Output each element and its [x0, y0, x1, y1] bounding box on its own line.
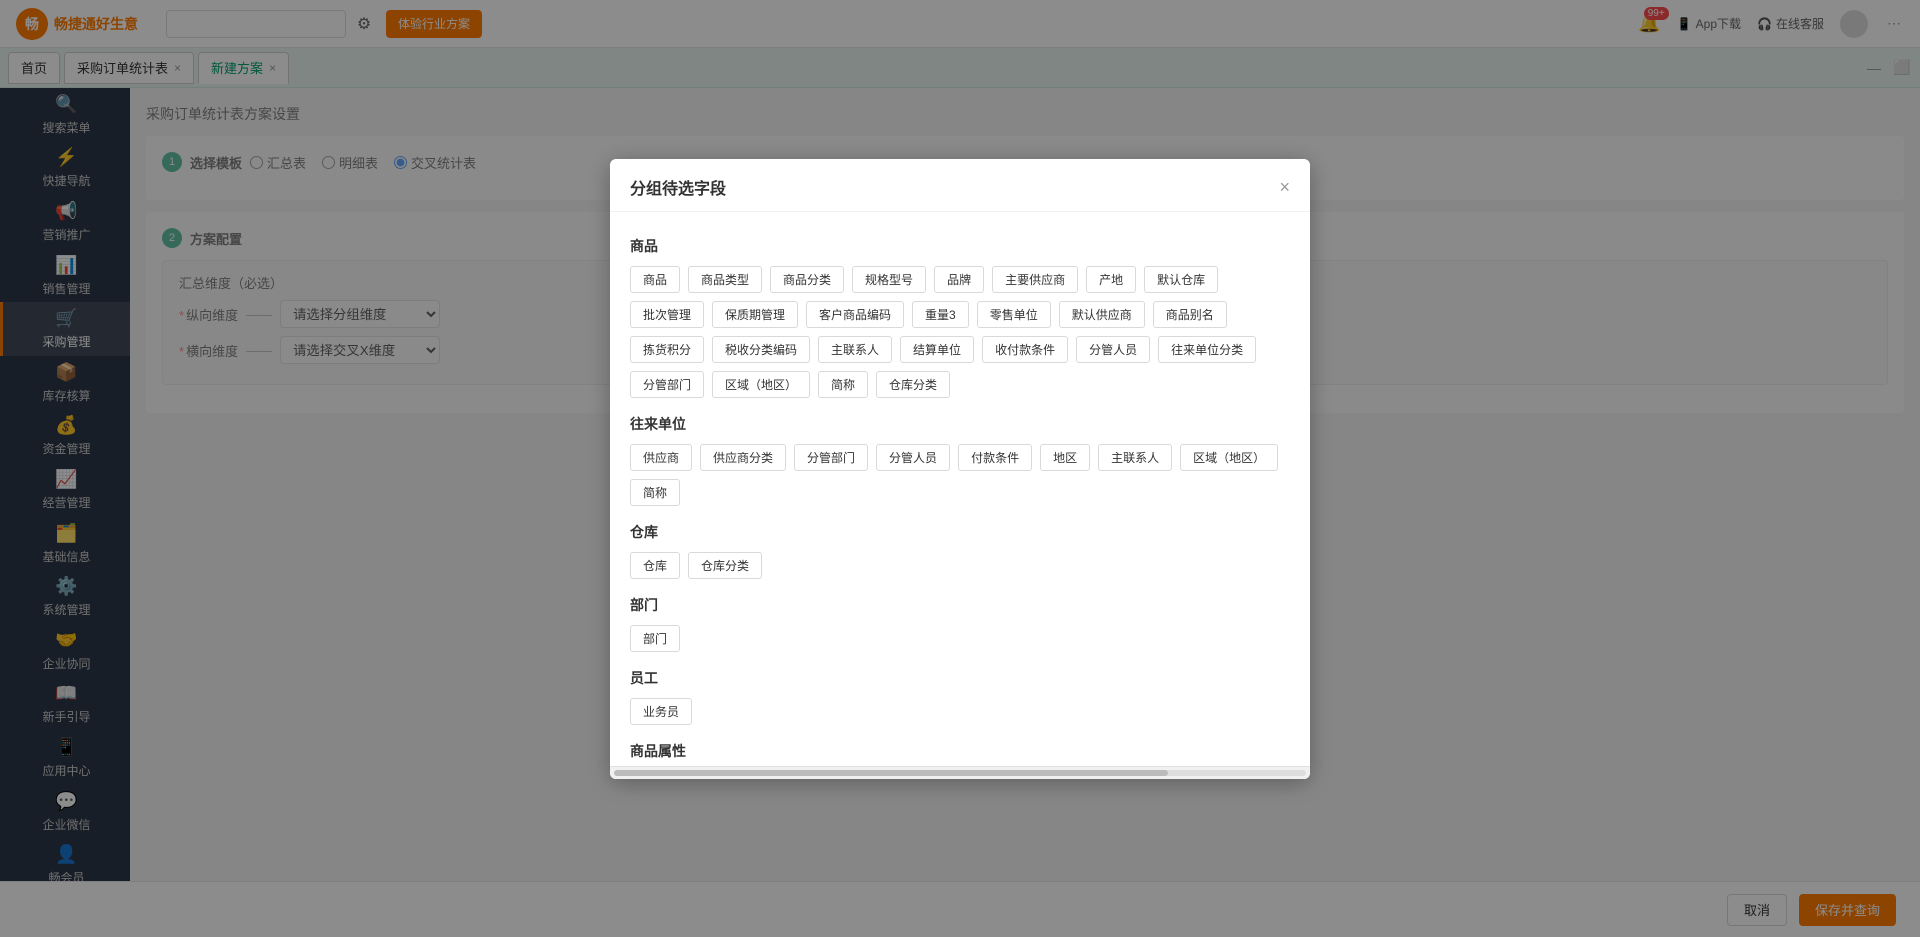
- field-grid-employee: 业务员: [630, 698, 1290, 725]
- field-grid-warehouse: 仓库 仓库分类: [630, 552, 1290, 579]
- field-warehouse-category[interactable]: 仓库分类: [688, 552, 762, 579]
- section-title-product-attr: 商品属性: [630, 741, 1290, 761]
- section-title-warehouse: 仓库: [630, 522, 1290, 542]
- field-default-supplier[interactable]: 默认供应商: [1059, 301, 1145, 328]
- field-default-warehouse[interactable]: 默认仓库: [1144, 266, 1218, 293]
- modal-title: 分组待选字段: [630, 175, 726, 199]
- field-brand[interactable]: 品牌: [934, 266, 984, 293]
- field-supplier-category[interactable]: 供应商分类: [700, 444, 786, 471]
- field-batch-mgmt[interactable]: 批次管理: [630, 301, 704, 328]
- hscroll-track: [614, 770, 1306, 776]
- field-supervisor[interactable]: 分管人员: [1076, 336, 1150, 363]
- field-spec-model[interactable]: 规格型号: [852, 266, 926, 293]
- field-region-counterpart[interactable]: 区域（地区）: [1180, 444, 1278, 471]
- field-retail-unit[interactable]: 零售单位: [977, 301, 1051, 328]
- field-main-contact-counterpart[interactable]: 主联系人: [1098, 444, 1172, 471]
- field-payment-terms[interactable]: 收付款条件: [982, 336, 1068, 363]
- field-warehouse-category-product[interactable]: 仓库分类: [876, 371, 950, 398]
- field-product-category[interactable]: 商品分类: [770, 266, 844, 293]
- field-warehouse[interactable]: 仓库: [630, 552, 680, 579]
- modal-body[interactable]: 商品 商品 商品类型 商品分类 规格型号 品牌 主要供应商 产地 默认仓库 批次…: [610, 212, 1310, 767]
- field-area[interactable]: 地区: [1040, 444, 1090, 471]
- modal-hscrollbar[interactable]: [610, 766, 1310, 778]
- field-pay-terms[interactable]: 付款条件: [958, 444, 1032, 471]
- section-title-dept: 部门: [630, 595, 1290, 615]
- field-abbr-counterpart[interactable]: 简称: [630, 479, 680, 506]
- field-person-counterpart[interactable]: 分管人员: [876, 444, 950, 471]
- field-salesperson[interactable]: 业务员: [630, 698, 692, 725]
- field-shelf-life[interactable]: 保质期管理: [712, 301, 798, 328]
- field-product-type[interactable]: 商品类型: [688, 266, 762, 293]
- field-abbr-product[interactable]: 简称: [818, 371, 868, 398]
- field-customer-code[interactable]: 客户商品编码: [806, 301, 904, 328]
- field-weight[interactable]: 重量3: [912, 301, 969, 328]
- section-title-employee: 员工: [630, 668, 1290, 688]
- modal-close-button[interactable]: ×: [1279, 178, 1290, 196]
- field-product-alias[interactable]: 商品别名: [1153, 301, 1227, 328]
- field-product[interactable]: 商品: [630, 266, 680, 293]
- field-pick-points[interactable]: 拣货积分: [630, 336, 704, 363]
- field-origin[interactable]: 产地: [1086, 266, 1136, 293]
- modal-dialog: 分组待选字段 × 商品 商品 商品类型 商品分类 规格型号 品牌 主要供应商 产…: [610, 159, 1310, 779]
- field-counterpart-category[interactable]: 往来单位分类: [1158, 336, 1256, 363]
- field-grid-dept: 部门: [630, 625, 1290, 652]
- field-grid-product: 商品 商品类型 商品分类 规格型号 品牌 主要供应商 产地 默认仓库 批次管理 …: [630, 266, 1290, 398]
- field-dept-counterpart[interactable]: 分管部门: [794, 444, 868, 471]
- hscroll-thumb: [614, 770, 1168, 776]
- field-supplier[interactable]: 供应商: [630, 444, 692, 471]
- field-main-supplier[interactable]: 主要供应商: [992, 266, 1078, 293]
- modal-overlay: 分组待选字段 × 商品 商品 商品类型 商品分类 规格型号 品牌 主要供应商 产…: [0, 0, 1920, 937]
- field-dept[interactable]: 部门: [630, 625, 680, 652]
- field-main-contact[interactable]: 主联系人: [818, 336, 892, 363]
- field-grid-counterpart: 供应商 供应商分类 分管部门 分管人员 付款条件 地区 主联系人 区域（地区） …: [630, 444, 1290, 506]
- field-tax-code[interactable]: 税收分类编码: [712, 336, 810, 363]
- modal-header: 分组待选字段 ×: [610, 159, 1310, 212]
- field-settlement-unit[interactable]: 结算单位: [900, 336, 974, 363]
- section-title-product: 商品: [630, 236, 1290, 256]
- section-title-counterpart: 往来单位: [630, 414, 1290, 434]
- field-region-product[interactable]: 区域（地区）: [712, 371, 810, 398]
- field-supervisor-dept[interactable]: 分管部门: [630, 371, 704, 398]
